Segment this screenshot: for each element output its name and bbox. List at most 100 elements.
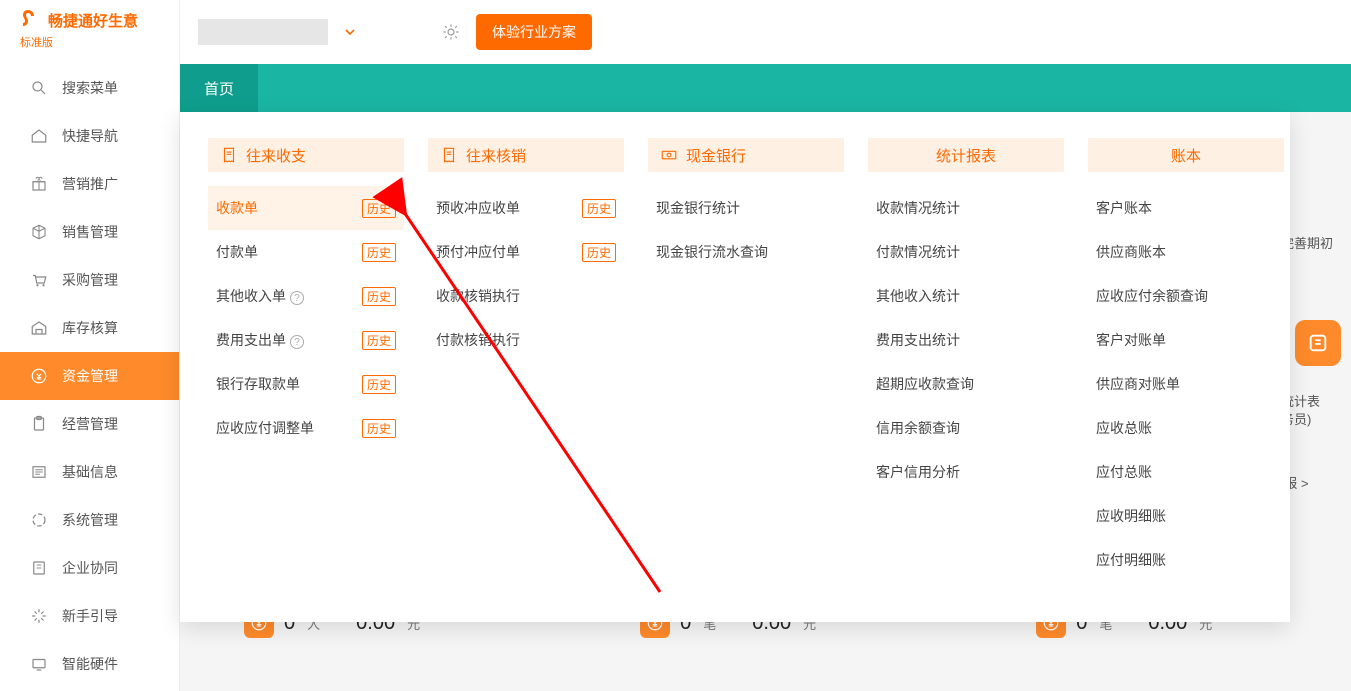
sidebar-item-hw[interactable]: 智能硬件 bbox=[0, 640, 179, 688]
history-tag[interactable]: 历史 bbox=[362, 287, 396, 306]
mega-menu-item[interactable]: 应收应付调整单 历史 bbox=[208, 406, 404, 450]
mega-menu-item[interactable]: 超期应收款查询 bbox=[868, 362, 1064, 406]
sidebar-item-label: 资金管理 bbox=[62, 366, 118, 386]
mega-column-header: 往来收支 bbox=[208, 138, 404, 172]
mega-menu-label: 收款情况统计 bbox=[876, 200, 960, 216]
history-tag[interactable]: 历史 bbox=[362, 243, 396, 262]
mega-menu-item[interactable]: 应收明细账 bbox=[1088, 494, 1284, 538]
mega-menu-item[interactable]: 应付明细账 bbox=[1088, 538, 1284, 582]
mega-column-header: 账本 bbox=[1088, 138, 1284, 172]
sidebar-item-purchase[interactable]: 采购管理 bbox=[0, 256, 179, 304]
sidebar-item-baseinfo[interactable]: 基础信息 bbox=[0, 448, 179, 496]
mega-menu-item[interactable]: 客户信用分析 bbox=[868, 450, 1064, 494]
mega-column: 现金银行现金银行统计现金银行流水查询 bbox=[648, 138, 844, 596]
mega-menu-item[interactable]: 现金银行统计 bbox=[648, 186, 844, 230]
sidebar-item-marketing[interactable]: 营销推广 bbox=[0, 160, 179, 208]
sidebar-item-system[interactable]: 系统管理 bbox=[0, 496, 179, 544]
mega-menu-item[interactable]: 付款单历史 bbox=[208, 230, 404, 274]
mega-column-header: 往来核销 bbox=[428, 138, 624, 172]
mega-menu-item[interactable]: 客户账本 bbox=[1088, 186, 1284, 230]
sidebar-item-sales[interactable]: 销售管理 bbox=[0, 208, 179, 256]
mega-menu-label: 银行存取款单 bbox=[216, 376, 300, 392]
mega-menu-item[interactable]: 供应商账本 bbox=[1088, 230, 1284, 274]
mega-menu-item[interactable]: 其他收入单?历史 bbox=[208, 274, 404, 318]
mega-menu-item[interactable]: 应付总账 bbox=[1088, 450, 1284, 494]
sidebar-item-label: 新手引导 bbox=[62, 606, 118, 626]
mega-menu-label: 费用支出统计 bbox=[876, 332, 960, 348]
mega-menu-label: 现金银行统计 bbox=[656, 200, 740, 216]
company-dropdown-caret-icon[interactable] bbox=[338, 26, 426, 38]
mega-menu-label: 信用余额查询 bbox=[876, 420, 960, 436]
home-icon bbox=[30, 127, 48, 145]
mega-menu-label: 客户账本 bbox=[1096, 200, 1152, 216]
mega-menu-item[interactable]: 应收总账 bbox=[1088, 406, 1284, 450]
sidebar-item-coop[interactable]: 企业协同 bbox=[0, 544, 179, 592]
mega-menu-label: 应付明细账 bbox=[1096, 552, 1166, 568]
app-logo-text: 畅捷通好生意 bbox=[48, 10, 138, 31]
mega-column-title: 统计报表 bbox=[936, 145, 996, 166]
history-tag[interactable]: 历史 bbox=[582, 243, 616, 262]
mega-menu-label: 预收冲应收单 bbox=[436, 200, 520, 216]
sidebar-item-label: 采购管理 bbox=[62, 270, 118, 290]
mega-menu-label: 付款情况统计 bbox=[876, 244, 960, 260]
mega-menu-label: 供应商对账单 bbox=[1096, 376, 1180, 392]
mega-menu-item[interactable]: 收款核销执行 bbox=[428, 274, 624, 318]
history-tag[interactable]: 历史 bbox=[362, 199, 396, 218]
receipt-icon bbox=[440, 146, 458, 164]
sidebar-item-search[interactable]: 搜索菜单 bbox=[0, 64, 179, 112]
mega-menu-item[interactable]: 应收应付余额查询 bbox=[1088, 274, 1284, 318]
right-badge-icon[interactable] bbox=[1295, 320, 1341, 366]
mega-menu-label: 应收应付调整单 bbox=[216, 420, 314, 436]
mega-column: 往来收支收款单历史付款单历史其他收入单?历史费用支出单?历史银行存取款单历史应收… bbox=[208, 138, 404, 596]
sidebar-item-quicknav[interactable]: 快捷导航 bbox=[0, 112, 179, 160]
sidebar-item-inventory[interactable]: 库存核算 bbox=[0, 304, 179, 352]
sidebar-item-label: 基础信息 bbox=[62, 462, 118, 482]
mega-menu-item[interactable]: 其他收入统计 bbox=[868, 274, 1064, 318]
mega-menu-item[interactable]: 供应商对账单 bbox=[1088, 362, 1284, 406]
receipt-icon bbox=[220, 146, 238, 164]
mega-menu-label: 客户对账单 bbox=[1096, 332, 1166, 348]
mega-menu-item[interactable]: 收款情况统计 bbox=[868, 186, 1064, 230]
sidebar-item-operate[interactable]: 经营管理 bbox=[0, 400, 179, 448]
mega-column-title: 现金银行 bbox=[686, 145, 746, 166]
mega-column-header: 现金银行 bbox=[648, 138, 844, 172]
mega-menu-label: 供应商账本 bbox=[1096, 244, 1166, 260]
history-tag[interactable]: 历史 bbox=[362, 419, 396, 438]
sidebar-item-label: 系统管理 bbox=[62, 510, 118, 530]
history-tag[interactable]: 历史 bbox=[362, 331, 396, 350]
mega-menu-item[interactable]: 预付冲应付单 历史 bbox=[428, 230, 624, 274]
cube-icon bbox=[30, 223, 48, 241]
sidebar-item-fund[interactable]: 资金管理 bbox=[0, 352, 179, 400]
clipboard-icon bbox=[30, 415, 48, 433]
mega-menu-label: 预付冲应付单 bbox=[436, 244, 520, 260]
mega-menu-item[interactable]: 费用支出单?历史 bbox=[208, 318, 404, 362]
mega-menu-item[interactable]: 客户对账单 bbox=[1088, 318, 1284, 362]
mega-menu-item[interactable]: 银行存取款单 历史 bbox=[208, 362, 404, 406]
mega-column: 统计报表收款情况统计付款情况统计其他收入统计费用支出统计超期应收款查询信用余额查… bbox=[868, 138, 1064, 596]
money-icon bbox=[30, 367, 48, 385]
app-logo-subtitle: 标准版 bbox=[20, 34, 163, 50]
cart-icon bbox=[30, 271, 48, 289]
mega-menu-item[interactable]: 预收冲应收单 历史 bbox=[428, 186, 624, 230]
fund-mega-panel: 往来收支收款单历史付款单历史其他收入单?历史费用支出单?历史银行存取款单历史应收… bbox=[180, 112, 1290, 622]
promo-button[interactable]: 体验行业方案 bbox=[476, 14, 592, 50]
sidebar-menu: 搜索菜单快捷导航营销推广销售管理采购管理库存核算资金管理经营管理基础信息系统管理… bbox=[0, 58, 179, 688]
mega-menu-label: 现金银行流水查询 bbox=[656, 244, 768, 260]
receipt-icon bbox=[660, 146, 678, 164]
sidebar-item-label: 智能硬件 bbox=[62, 654, 118, 674]
help-icon[interactable]: ? bbox=[290, 291, 304, 305]
sidebar-item-guide[interactable]: 新手引导 bbox=[0, 592, 179, 640]
mega-menu-item[interactable]: 收款单历史 bbox=[208, 186, 404, 230]
mega-menu-item[interactable]: 付款核销执行 bbox=[428, 318, 624, 362]
mega-menu-item[interactable]: 付款情况统计 bbox=[868, 230, 1064, 274]
mega-menu-item[interactable]: 信用余额查询 bbox=[868, 406, 1064, 450]
mega-menu-item[interactable]: 现金银行流水查询 bbox=[648, 230, 844, 274]
tv-icon bbox=[30, 655, 48, 673]
note-icon bbox=[30, 559, 48, 577]
settings-gear-icon[interactable] bbox=[436, 17, 466, 47]
tab-home[interactable]: 首页 bbox=[180, 64, 258, 112]
history-tag[interactable]: 历史 bbox=[362, 375, 396, 394]
help-icon[interactable]: ? bbox=[290, 335, 304, 349]
history-tag[interactable]: 历史 bbox=[582, 199, 616, 218]
mega-menu-item[interactable]: 费用支出统计 bbox=[868, 318, 1064, 362]
